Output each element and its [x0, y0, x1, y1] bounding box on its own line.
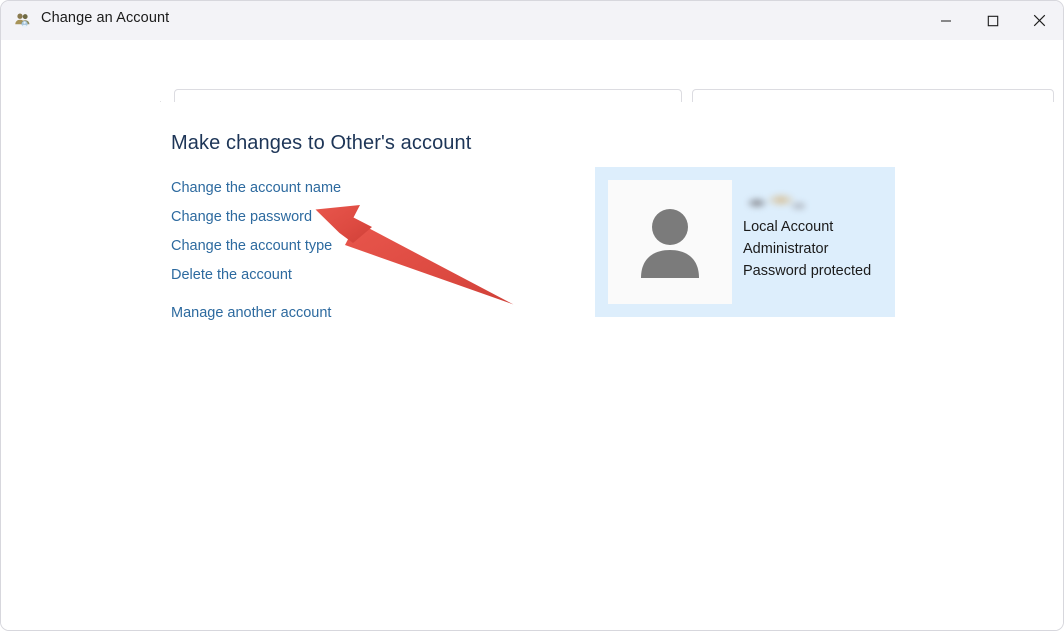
account-type: Local Account: [743, 216, 871, 238]
link-manage-another-account[interactable]: Manage another account: [171, 299, 341, 328]
control-panel-window: Change an Account: [0, 0, 1064, 631]
maximize-icon: [987, 15, 999, 27]
user-avatar-icon: [624, 196, 716, 288]
content-area: Make changes to Other's account Change t…: [1, 102, 1063, 630]
account-details: Local Account Administrator Password pro…: [743, 192, 871, 282]
title-bar: Change an Account: [1, 1, 1063, 40]
link-change-account-name[interactable]: Change the account name: [171, 174, 341, 203]
window-controls: [922, 1, 1063, 40]
close-button[interactable]: [1016, 1, 1063, 40]
account-name-redacted: [743, 192, 806, 212]
user-accounts-icon: [13, 11, 33, 31]
minimize-icon: [940, 15, 952, 27]
window-title: Change an Account: [41, 10, 169, 26]
account-task-links: Change the account name Change the passw…: [171, 174, 341, 328]
link-change-password[interactable]: Change the password: [171, 203, 341, 232]
account-privilege: Administrator: [743, 238, 871, 260]
avatar: [608, 180, 732, 304]
page-title: Make changes to Other's account: [171, 132, 471, 155]
link-change-account-type[interactable]: Change the account type: [171, 232, 341, 261]
minimize-button[interactable]: [922, 1, 969, 40]
close-icon: [1033, 14, 1046, 27]
link-delete-account[interactable]: Delete the account: [171, 261, 341, 290]
account-password-status: Password protected: [743, 260, 871, 282]
maximize-button[interactable]: [969, 1, 1016, 40]
account-summary-panel: Local Account Administrator Password pro…: [595, 167, 895, 317]
navigation-toolbar: « Manage Accounts › Change an Account: [1, 40, 1063, 102]
